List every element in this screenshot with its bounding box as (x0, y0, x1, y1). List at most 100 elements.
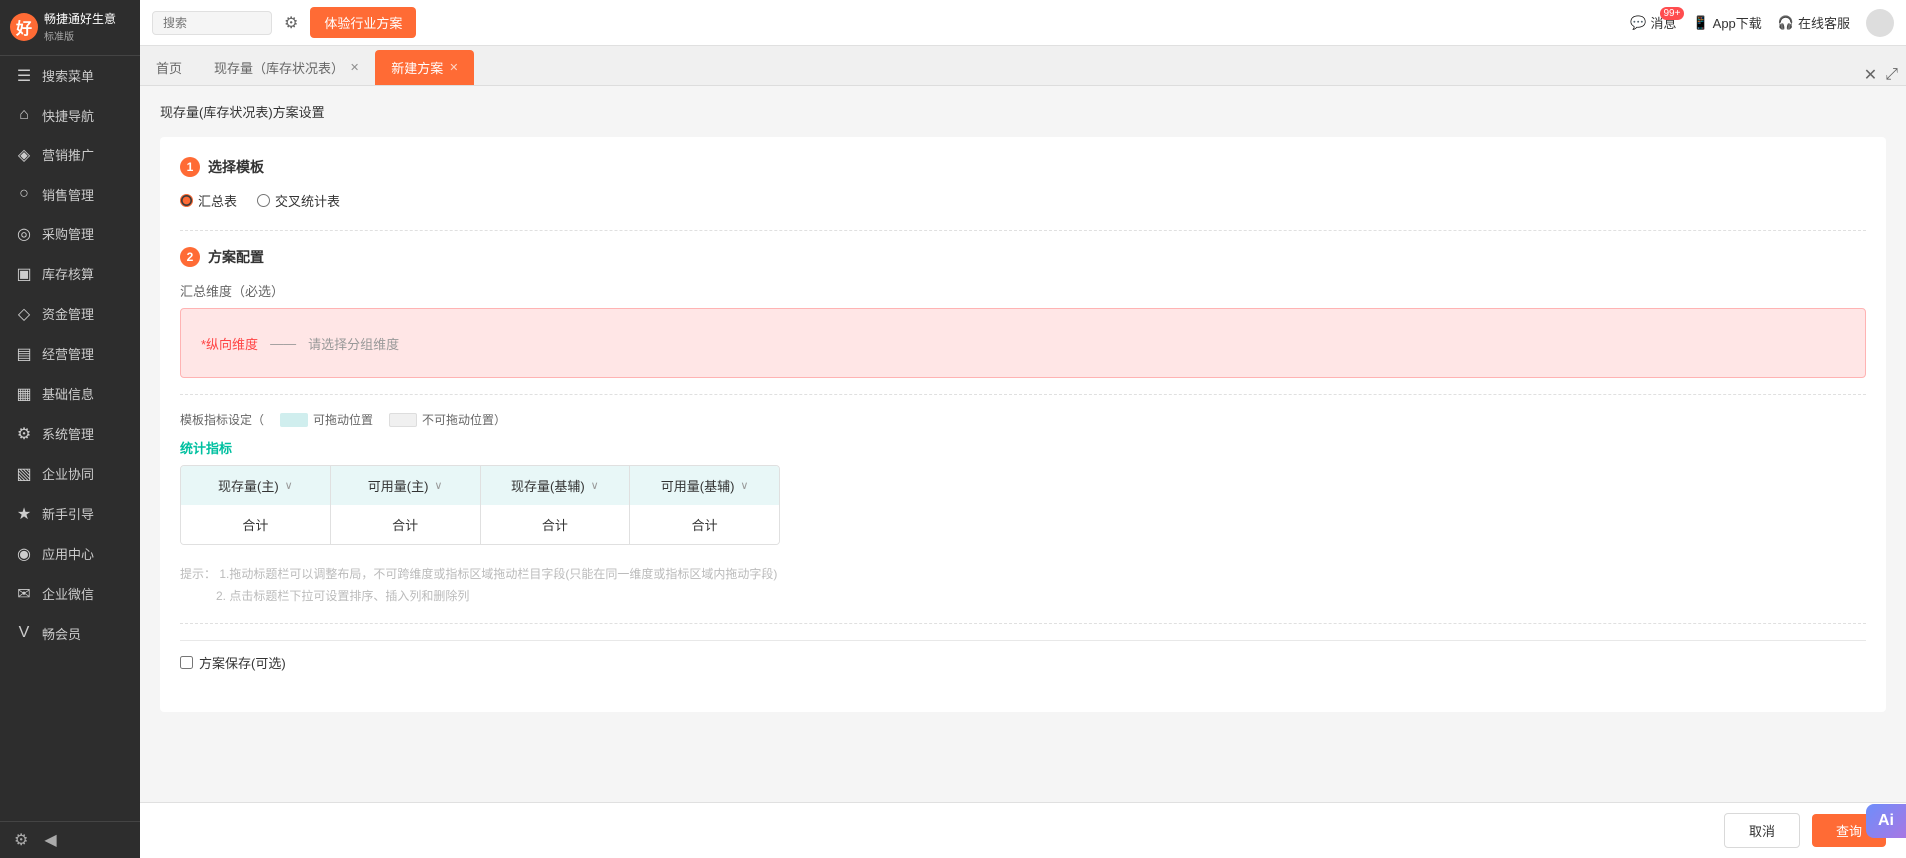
stats-col-2-header[interactable]: 可用量(主) ∨ (331, 466, 481, 505)
sidebar-item-purchase[interactable]: ◎ 采购管理 (0, 214, 140, 254)
trial-btn[interactable]: 体验行业方案 (310, 7, 416, 38)
sidebar-item-management[interactable]: ▤ 经营管理 (0, 334, 140, 374)
stats-col-3-header[interactable]: 现存量(基辅) ∨ (481, 466, 631, 505)
sidebar-item-guide[interactable]: ★ 新手引导 (0, 494, 140, 534)
tab-home[interactable]: 首页 (140, 50, 198, 85)
stats-col-4-chevron[interactable]: ∨ (740, 479, 748, 492)
sidebar-item-basic-info[interactable]: ▦ 基础信息 (0, 374, 140, 414)
system-icon: ⚙ (14, 424, 34, 444)
save-row: 方案保存(可选) (180, 640, 1866, 672)
template-section: 1 选择模板 汇总表 交叉统计表 (180, 157, 1866, 210)
sidebar-item-member[interactable]: V 畅会员 (0, 614, 140, 653)
sidebar-bottom: ⚙ ◀ (0, 821, 140, 858)
stats-col-1-header[interactable]: 现存量(主) ∨ (181, 466, 331, 505)
sidebar-item-inventory[interactable]: ▣ 库存核算 (0, 254, 140, 294)
sidebar-item-label: 采购管理 (42, 224, 94, 243)
stats-col-4-header[interactable]: 可用量(基辅) ∨ (630, 466, 779, 505)
stats-col-1-label: 现存量(主) (218, 476, 279, 495)
tab-inventory-label: 现存量（库存状况表） (214, 58, 344, 77)
app-label: App下载 (1713, 13, 1762, 32)
topbar: ⚙ 体验行业方案 💬 消息 99+ 📱 App下载 🎧 在线客服 (140, 0, 1906, 46)
tabbar: 首页 现存量（库存状况表） ✕ 新建方案 ✕ ✕ ⤢ (140, 46, 1906, 86)
stats-sub-row: 合计 合计 合计 合计 (181, 505, 779, 544)
sidebar-item-finance[interactable]: ◇ 资金管理 (0, 294, 140, 334)
sidebar-item-wechat[interactable]: ✉ 企业微信 (0, 574, 140, 614)
tip1-text: 1.拖动标题栏可以调整布局，不可跨维度或指标区域拖动栏目字段(只能在同一维度或指… (219, 567, 777, 581)
sidebar-nav: ☰ 搜索菜单 ⌂ 快捷导航 ◈ 营销推广 ○ 销售管理 ◎ 采购管理 ▣ 库存核… (0, 56, 140, 821)
msg-badge: 99+ (1660, 7, 1685, 20)
settings-icon[interactable]: ⚙ (14, 830, 28, 850)
dimension-sep: —— (270, 336, 296, 351)
dimension-placeholder: 请选择分组维度 (308, 334, 399, 353)
user-avatar[interactable] (1866, 9, 1894, 37)
tab-home-label: 首页 (156, 58, 182, 77)
sidebar-item-sales[interactable]: ○ 销售管理 (0, 175, 140, 214)
template-section-title: 选择模板 (208, 157, 264, 177)
legend-nodrag-icon (389, 413, 417, 427)
sidebar-item-label: 快捷导航 (42, 106, 94, 125)
tab-expand-icon[interactable]: ⤢ (1885, 66, 1898, 84)
template-radio-group: 汇总表 交叉统计表 (180, 191, 1866, 210)
sidebar-item-quicknav[interactable]: ⌂ 快捷导航 (0, 96, 140, 135)
msg-button[interactable]: 💬 消息 99+ (1630, 13, 1676, 32)
save-checkbox[interactable] (180, 656, 193, 669)
sidebar-item-label: 企业微信 (42, 584, 94, 603)
member-icon: V (14, 624, 34, 642)
app-name: 畅捷通好生意 (44, 12, 116, 28)
radio-summary-input[interactable] (180, 194, 193, 207)
logo-text-block: 畅捷通好生意 标准版 (44, 12, 116, 43)
radio-cross-input[interactable] (257, 194, 270, 207)
stats-col-2-chevron[interactable]: ∨ (434, 479, 442, 492)
tab-inventory[interactable]: 现存量（库存状况表） ✕ (198, 50, 375, 85)
sidebar-item-app-center[interactable]: ◉ 应用中心 (0, 534, 140, 574)
sidebar-item-label: 基础信息 (42, 384, 94, 403)
divider2 (180, 394, 1866, 395)
ai-fab-button[interactable]: Ai (1866, 804, 1906, 838)
topbar-gear-icon[interactable]: ⚙ (280, 9, 302, 37)
radio-cross[interactable]: 交叉统计表 (257, 191, 340, 210)
legend-drag-label: 可拖动位置 (313, 411, 373, 428)
sidebar-item-label: 系统管理 (42, 424, 94, 443)
sidebar-item-search[interactable]: ☰ 搜索菜单 (0, 56, 140, 96)
sales-icon: ○ (14, 185, 34, 203)
tips-block: 提示： 1.拖动标题栏可以调整布局，不可跨维度或指标区域拖动栏目字段(只能在同一… (180, 564, 1866, 607)
sidebar-item-collab[interactable]: ▧ 企业协同 (0, 454, 140, 494)
tip2-text: 2. 点击标题栏下拉可设置排序、插入列和删除列 (216, 589, 469, 603)
radio-summary[interactable]: 汇总表 (180, 191, 237, 210)
config-section: 2 方案配置 汇总维度（必选） *纵向维度 —— 请选择分组维度 模板指标设定（ (180, 247, 1866, 672)
stats-header-row: 现存量(主) ∨ 可用量(主) ∨ 现存量(基辅) ∨ (181, 466, 779, 505)
stats-col-3-chevron[interactable]: ∨ (591, 479, 599, 492)
sidebar-item-system[interactable]: ⚙ 系统管理 (0, 414, 140, 454)
stats-col-2-sub: 合计 (331, 505, 481, 544)
stats-col-4-sub: 合计 (630, 505, 779, 544)
legend-drag-item: 可拖动位置 (280, 411, 373, 428)
sidebar-item-label: 搜索菜单 (42, 66, 94, 85)
step2-badge: 2 (180, 247, 200, 267)
stats-table: 现存量(主) ∨ 可用量(主) ∨ 现存量(基辅) ∨ (180, 465, 780, 545)
marketing-icon: ◈ (14, 145, 34, 165)
stats-col-2-label: 可用量(主) (368, 476, 429, 495)
tab-close-window-icon[interactable]: ✕ (1864, 65, 1877, 85)
app-download-button[interactable]: 📱 App下载 (1692, 13, 1761, 32)
app-edition: 标准版 (44, 28, 116, 43)
sidebar-item-label: 资金管理 (42, 304, 94, 323)
search-input[interactable] (152, 11, 272, 35)
divider3 (180, 623, 1866, 624)
tab-new-plan-close-icon[interactable]: ✕ (449, 61, 458, 74)
tab-inventory-close-icon[interactable]: ✕ (350, 61, 359, 74)
stats-col-1-chevron[interactable]: ∨ (285, 479, 293, 492)
msg-icon: 💬 (1630, 15, 1646, 31)
collab-icon: ▧ (14, 464, 34, 484)
search-menu-icon: ☰ (14, 66, 34, 86)
sidebar-item-marketing[interactable]: ◈ 营销推广 (0, 135, 140, 175)
purchase-icon: ◎ (14, 224, 34, 244)
radio-cross-label: 交叉统计表 (275, 191, 340, 210)
tab-new-plan[interactable]: 新建方案 ✕ (375, 50, 474, 85)
service-button[interactable]: 🎧 在线客服 (1778, 13, 1850, 32)
sidebar-item-label: 销售管理 (42, 185, 94, 204)
cancel-button[interactable]: 取消 (1724, 813, 1800, 848)
metrics-legend: 模板指标设定（ 可拖动位置 不可拖动位置） (180, 411, 1866, 428)
sidebar-item-label: 经营管理 (42, 344, 94, 363)
collapse-icon[interactable]: ◀ (44, 830, 56, 850)
config-panel: 1 选择模板 汇总表 交叉统计表 2 (160, 137, 1886, 712)
